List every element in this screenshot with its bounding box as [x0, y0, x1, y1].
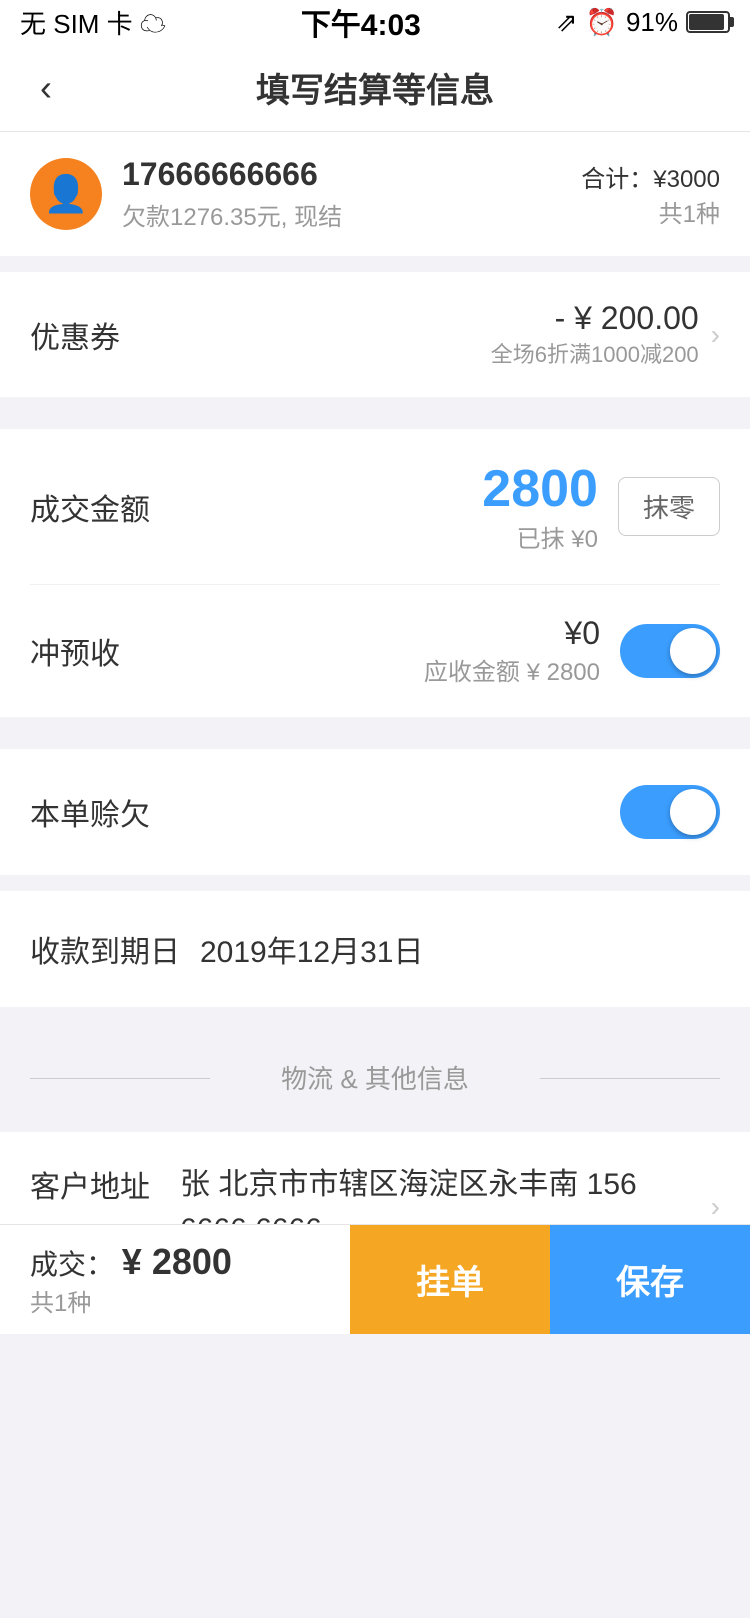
total-label: 合计：¥3000: [581, 159, 720, 194]
chong-label: 冲预收: [30, 629, 120, 673]
save-button[interactable]: 保存: [550, 1225, 750, 1334]
amount-value: 2800: [482, 459, 598, 519]
round-button[interactable]: 抹零: [618, 477, 720, 536]
address-chevron-icon: ›: [711, 1191, 720, 1223]
status-time: 下午4:03: [301, 0, 421, 44]
bendan-label: 本单赊欠: [30, 790, 150, 834]
customer-left: 👤 17666666666 欠款1276.35元, 现结: [30, 156, 342, 232]
location-icon: ⇗: [556, 7, 578, 38]
bendan-toggle[interactable]: [620, 785, 720, 839]
customer-sub: 欠款1276.35元, 现结: [122, 197, 342, 232]
content: 👤 17666666666 欠款1276.35元, 现结 合计：¥3000 共1…: [0, 132, 750, 1618]
back-button[interactable]: ‹: [30, 57, 62, 119]
status-left: 无 SIM 卡 ☁: [20, 4, 166, 41]
hang-button[interactable]: 挂单: [350, 1225, 550, 1334]
customer-phone: 17666666666: [122, 156, 342, 193]
duedate-row: 收款到期日 2019年12月31日: [30, 891, 720, 1007]
bendan-row: 本单赊欠: [30, 749, 720, 875]
bottom-info: 成交： ¥ 2800 共1种: [0, 1241, 350, 1318]
battery-label: 91%: [626, 7, 678, 38]
coupon-right: - ¥ 200.00 全场6折满1000减200 ›: [491, 300, 720, 369]
alarm-icon: ⏰: [586, 7, 618, 38]
toggle-knob: [670, 628, 716, 674]
duedate-label: 收款到期日: [30, 927, 180, 971]
bottom-deal-label: 成交：: [30, 1249, 114, 1280]
address-label: 客户地址: [30, 1162, 150, 1206]
bottom-count: 共1种: [30, 1283, 320, 1318]
avatar: 👤: [30, 158, 102, 230]
amount-row: 成交金额 2800 已抹 ¥0 抹零: [30, 429, 720, 585]
page-title: 填写结算等信息: [256, 63, 494, 112]
amount-sub: 已抹 ¥0: [482, 519, 598, 554]
customer-info: 17666666666 欠款1276.35元, 现结: [122, 156, 342, 232]
coupon-discount: - ¥ 200.00: [491, 300, 699, 337]
bottom-deal-row: 成交： ¥ 2800: [30, 1241, 320, 1283]
logistics-divider: 物流 & 其他信息: [0, 1039, 750, 1116]
bendan-section: 本单赊欠: [0, 749, 750, 875]
status-right: ⇗ ⏰ 91%: [556, 7, 730, 38]
bottom-deal-amount: ¥ 2800: [122, 1241, 232, 1282]
coupon-desc: 全场6折满1000减200: [491, 337, 699, 369]
separator-3: [0, 1023, 750, 1039]
nav-bar: ‹ 填写结算等信息: [0, 44, 750, 132]
chong-right: ¥0 应收金额 ¥ 2800: [424, 615, 720, 687]
sim-wifi-label: 无 SIM 卡 ☁: [20, 4, 166, 41]
logistics-text: 物流 & 其他信息: [281, 1064, 469, 1094]
chong-toggle[interactable]: [620, 624, 720, 678]
duedate-section: 收款到期日 2019年12月31日: [0, 891, 750, 1007]
customer-section: 👤 17666666666 欠款1276.35元, 现结 合计：¥3000 共1…: [0, 132, 750, 256]
chong-sub: 应收金额 ¥ 2800: [424, 652, 600, 687]
amount-right: 2800 已抹 ¥0 抹零: [482, 459, 720, 554]
avatar-icon: 👤: [44, 173, 89, 215]
customer-row: 👤 17666666666 欠款1276.35元, 现结 合计：¥3000 共1…: [0, 132, 750, 256]
coupon-chevron-icon: ›: [711, 319, 720, 351]
chong-amount: ¥0: [424, 615, 600, 652]
status-bar: 无 SIM 卡 ☁ 下午4:03 ⇗ ⏰ 91%: [0, 0, 750, 44]
customer-right: 合计：¥3000 共1种: [581, 159, 720, 229]
amount-label: 成交金额: [30, 485, 150, 529]
bendan-toggle-knob: [670, 789, 716, 835]
bottom-bar: 成交： ¥ 2800 共1种 挂单 保存: [0, 1224, 750, 1334]
amount-section: 成交金额 2800 已抹 ¥0 抹零 冲预收 ¥0 应收金额 ¥ 2800: [0, 429, 750, 717]
battery-icon: [686, 11, 730, 33]
separator-2: [0, 733, 750, 749]
chong-row: 冲预收 ¥0 应收金额 ¥ 2800: [30, 585, 720, 717]
duedate-value: 2019年12月31日: [200, 927, 423, 971]
separator-1: [0, 413, 750, 429]
total-count: 共1种: [581, 194, 720, 229]
coupon-row[interactable]: 优惠券 - ¥ 200.00 全场6折满1000减200 ›: [0, 272, 750, 397]
separator-4: [0, 1116, 750, 1132]
coupon-label: 优惠券: [30, 313, 120, 357]
